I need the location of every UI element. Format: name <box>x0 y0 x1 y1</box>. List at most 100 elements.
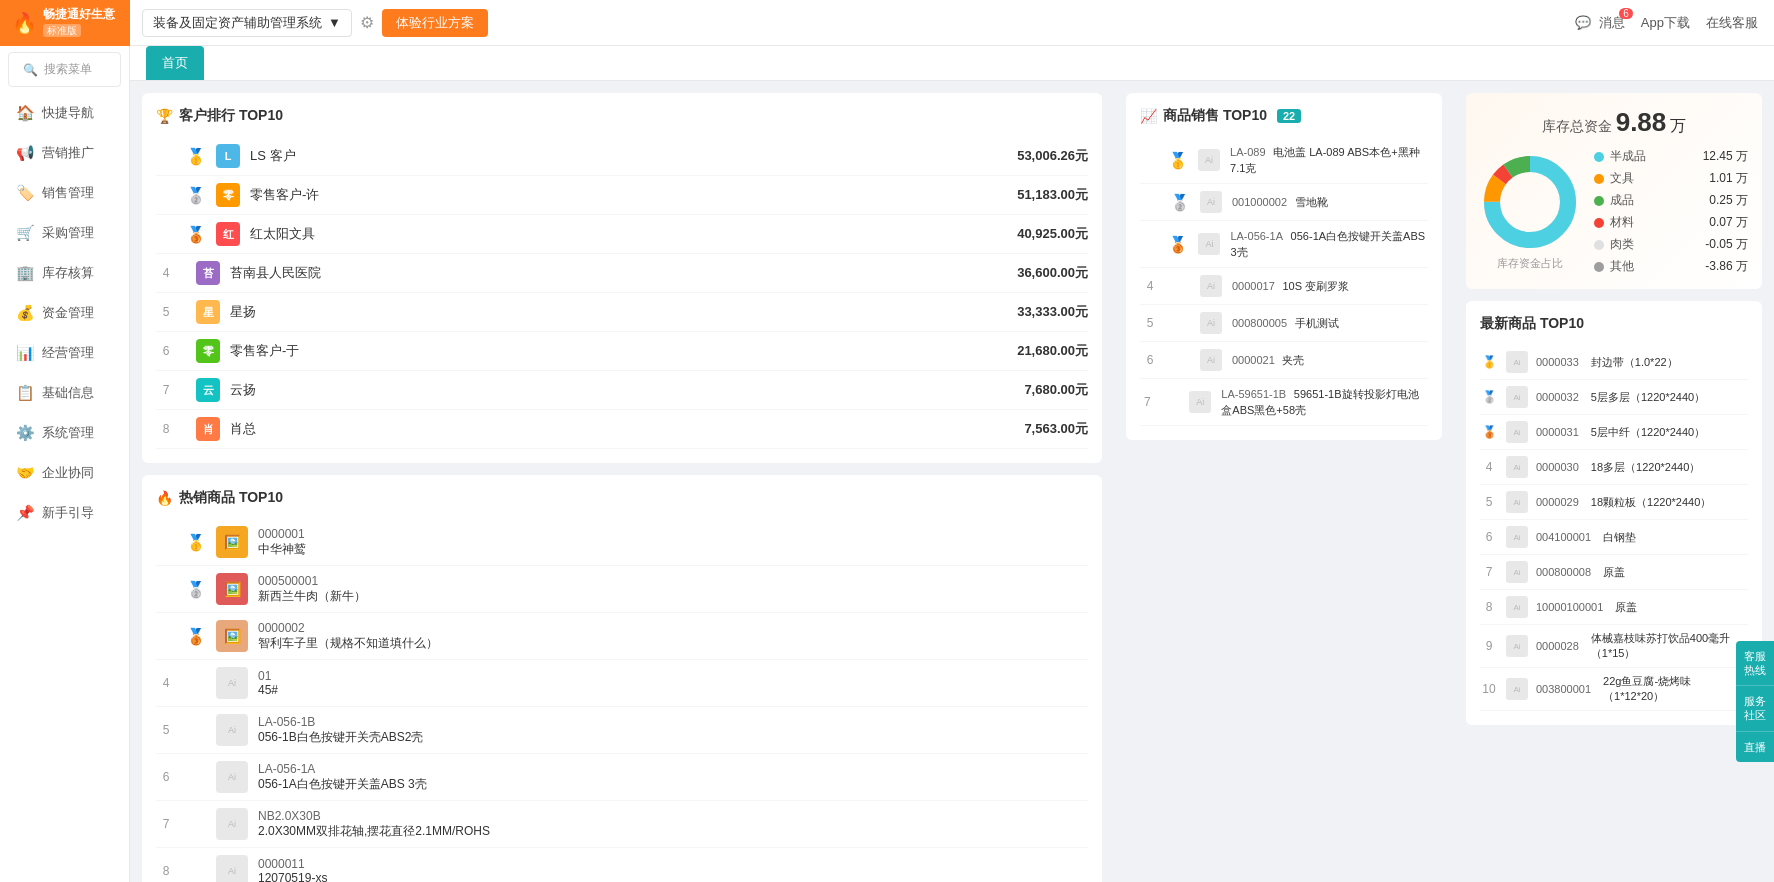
hot-products-list: 🥇 🖼️ 0000001 中华神鹫 🥈 🖼️ 000500001 新西兰牛肉（新… <box>156 519 1088 882</box>
top-bar: 🔥 畅捷通好生意 标准版 装备及固定资产辅助管理系统 ▼ ⚙ 体验行业方案 💬 … <box>0 0 1774 46</box>
float-btn-service[interactable]: 客服热线 <box>1736 641 1774 687</box>
app-download-link[interactable]: App下载 <box>1641 14 1690 32</box>
prod-rank-num: 7 <box>1140 395 1155 409</box>
customer-name: 零售客户-于 <box>230 342 1007 360</box>
rank-number: 8 <box>156 422 176 436</box>
newest-code: 0000029 <box>1536 496 1579 508</box>
sidebar-item-finance[interactable]: 💰 资金管理 <box>0 293 129 333</box>
sidebar-search[interactable]: 🔍 搜索菜单 <box>8 52 121 87</box>
hot-product-name: 2.0X30MM双排花轴,摆花直径2.1MM/ROHS <box>258 823 490 840</box>
hot-product-info: NB2.0X30B 2.0X30MM双排花轴,摆花直径2.1MM/ROHS <box>258 809 490 840</box>
trophy-icon: 🏆 <box>156 108 173 124</box>
legend-value: -0.05 万 <box>1705 236 1748 253</box>
prod-info: 0000017 10S 变刷罗浆 <box>1232 278 1349 294</box>
newest-thumb: Ai <box>1506 596 1528 618</box>
legend-value: 0.25 万 <box>1709 192 1748 209</box>
customer-rank-row: 4 苔 苔南县人民医院 36,600.00元 <box>156 254 1088 293</box>
search-icon: 🔍 <box>23 63 38 77</box>
notification-badge: 6 <box>1619 8 1633 19</box>
legend-name: 文具 <box>1610 170 1703 187</box>
hot-product-code: 0000001 <box>258 527 306 541</box>
newest-product-row: 4 Ai 0000030 18多层（1220*2440） <box>1480 450 1748 485</box>
hot-product-name: 智利车子里（规格不知道填什么） <box>258 635 438 652</box>
sidebar-item-guide[interactable]: 📌 新手引导 <box>0 493 129 533</box>
home-icon: 🏠 <box>16 104 34 122</box>
newest-code: 003800001 <box>1536 683 1591 695</box>
customer-ranking-title: 🏆 客户排行 TOP10 <box>156 107 1088 125</box>
newest-code: 10000100001 <box>1536 601 1603 613</box>
notification-icon: 💬 <box>1575 15 1591 30</box>
online-service-link[interactable]: 在线客服 <box>1706 14 1758 32</box>
inventory-legend: 半成品 12.45 万 文具 1.01 万 成品 0.25 万 材料 0.07 … <box>1594 148 1748 275</box>
operation-icon: 📊 <box>16 344 34 362</box>
newest-code: 004100001 <box>1536 531 1591 543</box>
hot-product-row: 🥉 🖼️ 0000002 智利车子里（规格不知道填什么） <box>156 613 1088 660</box>
legend-dot <box>1594 240 1604 250</box>
hot-medal: 🥉 <box>186 627 206 646</box>
sidebar-item-basic[interactable]: 📋 基础信息 <box>0 373 129 413</box>
inventory-stats-card: 库存总资金 9.88 万 <box>1466 93 1762 289</box>
legend-item: 肉类 -0.05 万 <box>1594 236 1748 253</box>
sidebar-label-marketing: 营销推广 <box>42 144 94 162</box>
prod-name: 夹壳 <box>1282 354 1304 366</box>
hot-product-name: 新西兰牛肉（新牛） <box>258 588 366 605</box>
hot-rank-num: 7 <box>156 817 176 831</box>
customer-rank-row: 🥇 L LS 客户 53,006.26元 <box>156 137 1088 176</box>
hot-products-title: 🔥 热销商品 TOP10 <box>156 489 1088 507</box>
legend-value: 12.45 万 <box>1703 148 1748 165</box>
rank-medal: 🥇 <box>186 147 206 166</box>
customer-rank-row: 8 肖 肖总 7,563.00元 <box>156 410 1088 449</box>
top-bar-left: 装备及固定资产辅助管理系统 ▼ ⚙ 体验行业方案 <box>142 9 488 37</box>
legend-item: 文具 1.01 万 <box>1594 170 1748 187</box>
newest-thumb: Ai <box>1506 526 1528 548</box>
sidebar-item-marketing[interactable]: 📢 营销推广 <box>0 133 129 173</box>
hot-product-row: 4 Ai 01 45# <box>156 660 1088 707</box>
left-panel: 🏆 客户排行 TOP10 🥇 L LS 客户 53,006.26元 🥈 零 零售… <box>130 81 1114 882</box>
sidebar-item-nav[interactable]: 🏠 快捷导航 <box>0 93 129 133</box>
newest-code: 0000032 <box>1536 391 1579 403</box>
rank-number: 4 <box>156 266 176 280</box>
product-rank-row: 🥉 Ai LA-056-1A 056-1A白色按键开关盖ABS 3壳 <box>1140 221 1428 268</box>
notification-wrap[interactable]: 💬 6 消息 <box>1575 14 1625 32</box>
hot-product-info: 0000001 中华神鹫 <box>258 527 306 558</box>
hot-product-name: 中华神鹫 <box>258 541 306 558</box>
newest-thumb: Ai <box>1506 351 1528 373</box>
sidebar-item-purchase[interactable]: 🛒 采购管理 <box>0 213 129 253</box>
sidebar-item-system[interactable]: ⚙️ 系统管理 <box>0 413 129 453</box>
newest-product-list: 🥇 Ai 0000033 封边带（1.0*22） 🥈 Ai 0000032 5层… <box>1480 345 1748 711</box>
sidebar-item-operation[interactable]: 📊 经营管理 <box>0 333 129 373</box>
settings-icon[interactable]: ⚙ <box>360 13 374 32</box>
tab-home[interactable]: 首页 <box>146 46 204 80</box>
sidebar-item-enterprise[interactable]: 🤝 企业协同 <box>0 453 129 493</box>
prod-code: 0000017 <box>1232 280 1275 292</box>
right-panel: 库存总资金 9.88 万 <box>1454 81 1774 882</box>
prod-name: 手机测试 <box>1295 317 1339 329</box>
hot-product-row: 6 Ai LA-056-1A 056-1A白色按键开关盖ABS 3壳 <box>156 754 1088 801</box>
hot-product-code: LA-056-1B <box>258 715 423 729</box>
finance-icon: 💰 <box>16 304 34 322</box>
newest-product-row: 9 Ai 0000028 体械嘉枝味苏打饮品400毫升（1*15） <box>1480 625 1748 668</box>
newest-rank-num: 10 <box>1480 682 1498 696</box>
hot-product-code: NB2.0X30B <box>258 809 490 823</box>
hot-product-row: 8 Ai 0000011 12070519-xs <box>156 848 1088 882</box>
sidebar-label-operation: 经营管理 <box>42 344 94 362</box>
sidebar-item-sales[interactable]: 🏷️ 销售管理 <box>0 173 129 213</box>
prod-thumb: Ai <box>1200 275 1222 297</box>
app-selector[interactable]: 装备及固定资产辅助管理系统 ▼ <box>142 9 352 37</box>
customer-avatar: 星 <box>196 300 220 324</box>
customer-ranking-list: 🥇 L LS 客户 53,006.26元 🥈 零 零售客户-许 51,183.0… <box>156 137 1088 449</box>
prod-code: LA-59651-1B <box>1221 388 1286 400</box>
float-btn-community[interactable]: 服务社区 <box>1736 686 1774 732</box>
float-btn-live[interactable]: 直播 <box>1736 732 1774 762</box>
customer-rank-row: 7 云 云扬 7,680.00元 <box>156 371 1088 410</box>
legend-name: 成品 <box>1610 192 1703 209</box>
product-rank-list: 🥇 Ai LA-089 电池盖 LA-089 ABS本色+黑种 7.1克 🥈 A… <box>1140 137 1428 426</box>
sidebar-item-inventory[interactable]: 🏢 库存核算 <box>0 253 129 293</box>
newest-product-row: 🥉 Ai 0000031 5层中纤（1220*2440） <box>1480 415 1748 450</box>
newest-rank-num: 8 <box>1480 600 1498 614</box>
newest-name: 5层中纤（1220*2440） <box>1591 425 1748 440</box>
trial-button[interactable]: 体验行业方案 <box>382 9 488 37</box>
newest-product-row: 5 Ai 0000029 18颗粒板（1220*2440） <box>1480 485 1748 520</box>
customer-ranking-card: 🏆 客户排行 TOP10 🥇 L LS 客户 53,006.26元 🥈 零 零售… <box>142 93 1102 463</box>
marketing-icon: 📢 <box>16 144 34 162</box>
